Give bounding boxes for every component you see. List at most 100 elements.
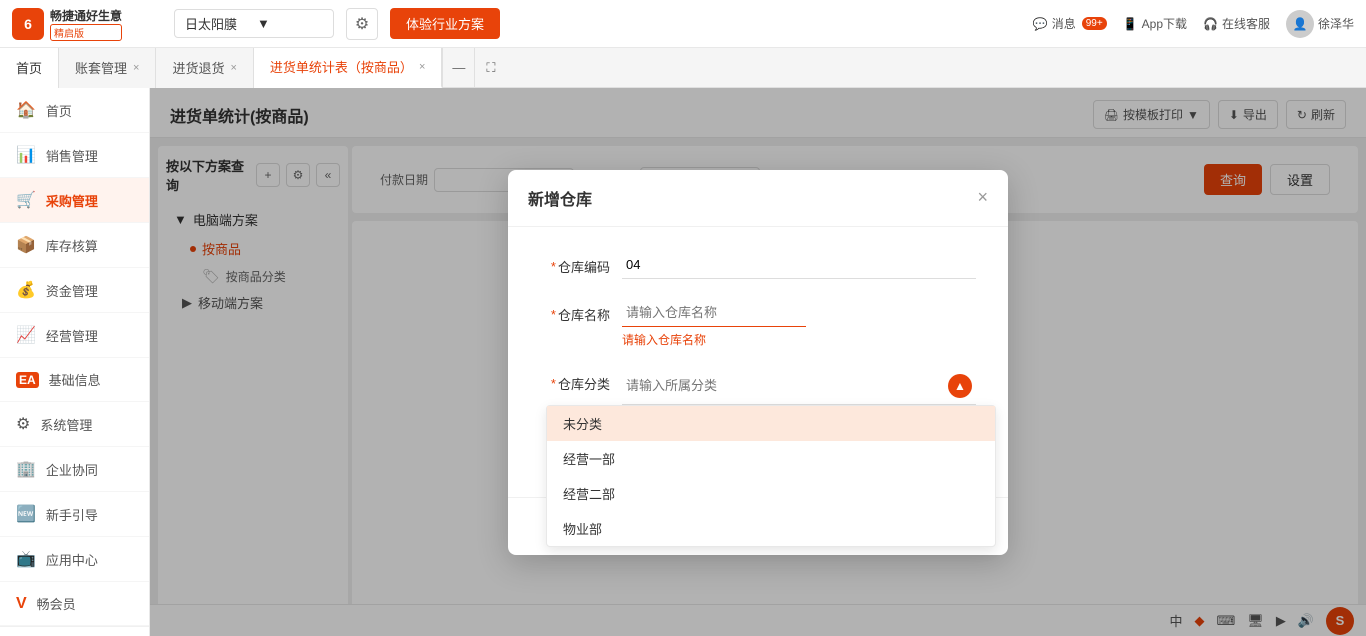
dropdown-item-property[interactable]: 物业部 — [547, 511, 995, 546]
name-error-area: 请输入仓库名称 — [540, 331, 706, 348]
sidebar-item-app-center[interactable]: 📺 应用中心 — [0, 537, 149, 582]
sidebar-guide-label: 新手引导 — [46, 505, 98, 524]
sidebar-system-label: 系统管理 — [40, 415, 92, 434]
warehouse-category-dropdown: ▲ 未分类 经营一部 经营二部 物业部 — [622, 368, 976, 405]
home-icon: 🏠 — [16, 100, 36, 120]
modal-body: * 仓库编码 * 仓库名称 — [508, 227, 1008, 497]
avatar-icon: 👤 — [1293, 17, 1308, 31]
sidebar-finance-label: 资金管理 — [46, 281, 98, 300]
sidebar-item-vip[interactable]: V 畅会员 — [0, 582, 149, 626]
tab-accounts[interactable]: 账套管理 × — [59, 48, 156, 88]
app-center-icon: 📺 — [16, 549, 36, 569]
name-error-message: 请输入仓库名称 — [622, 333, 706, 347]
dropdown-item-uncategorized[interactable]: 未分类 — [547, 406, 995, 441]
purchase-returns-tab-label: 进货退货 — [172, 58, 224, 77]
username-label: 徐泽华 — [1318, 15, 1354, 32]
warehouse-name-input-wrapper — [622, 299, 806, 327]
code-label-text: 仓库编码 — [558, 257, 610, 276]
brand-info: 畅捷通好生意 精启版 — [50, 7, 122, 41]
sidebar-operations-label: 经营管理 — [46, 326, 98, 345]
sidebar-item-operations[interactable]: 📈 经营管理 — [0, 313, 149, 358]
sidebar: 🏠 首页 📊 销售管理 🛒 采购管理 📦 库存核算 💰 资金管理 📈 经营管理 … — [0, 88, 150, 636]
sidebar-item-finance[interactable]: 💰 资金管理 — [0, 268, 149, 313]
warehouse-category-label: * 仓库分类 — [540, 368, 610, 393]
headset-icon: 🎧 — [1203, 17, 1218, 31]
modal-title: 新增仓库 — [528, 186, 592, 210]
sidebar-item-base-info[interactable]: EA 基础信息 — [0, 358, 149, 402]
sidebar-item-inventory[interactable]: 📦 库存核算 — [0, 223, 149, 268]
tab-expand-button[interactable]: ⛶ — [474, 48, 506, 88]
sidebar-item-sales[interactable]: 📊 销售管理 — [0, 133, 149, 178]
warehouse-category-field: * 仓库分类 ▲ 未分类 经营一部 经营二部 — [540, 368, 976, 405]
add-warehouse-modal: 新增仓库 × * 仓库编码 — [508, 170, 1008, 555]
base-info-icon: EA — [16, 372, 39, 388]
modal-close-button[interactable]: × — [977, 187, 988, 208]
operations-icon: 📈 — [16, 325, 36, 345]
brand-name: 畅捷通好生意 — [50, 7, 122, 24]
app-logo-icon: 6 — [12, 8, 44, 40]
trial-button[interactable]: 体验行业方案 — [390, 8, 500, 39]
purchase-stats-tab-close-icon[interactable]: × — [419, 61, 425, 73]
brand-badge: 精启版 — [50, 24, 122, 41]
messages-badge: 99+ — [1082, 17, 1107, 30]
phone-icon: 📱 — [1123, 17, 1138, 31]
top-header: 6 畅捷通好生意 精启版 日太阳膜 ▼ ⚙ 体验行业方案 💬 消息 99+ 📱 … — [0, 0, 1366, 48]
user-avatar: 👤 — [1286, 10, 1314, 38]
online-service-label: 在线客服 — [1222, 15, 1270, 32]
inventory-icon: 📦 — [16, 235, 36, 255]
warehouse-name-field: * 仓库名称 请输入仓库名称 — [540, 299, 976, 348]
store-selector[interactable]: 日太阳膜 ▼ — [174, 9, 334, 38]
store-name: 日太阳膜 — [185, 14, 251, 33]
online-service-button[interactable]: 🎧 在线客服 — [1203, 15, 1270, 32]
tab-purchase-stats[interactable]: 进货单统计表（按商品） × — [254, 48, 442, 88]
tab-minimize-button[interactable]: — — [442, 48, 474, 88]
tab-home[interactable]: 首页 — [0, 48, 59, 88]
user-menu-button[interactable]: 👤 徐泽华 — [1286, 10, 1354, 38]
messages-button[interactable]: 💬 消息 99+ — [1033, 15, 1107, 32]
app-download-button[interactable]: 📱 App下载 — [1123, 15, 1187, 32]
sidebar-item-enterprise[interactable]: 🏢 企业协同 — [0, 447, 149, 492]
tab-bar: 首页 账套管理 × 进货退货 × 进货单统计表（按商品） × — ⛶ — [0, 48, 1366, 88]
tab-purchase-returns[interactable]: 进货退货 × — [156, 48, 253, 88]
modal-header: 新增仓库 × — [508, 170, 1008, 227]
warehouse-code-input-wrapper — [622, 251, 976, 279]
accounts-tab-label: 账套管理 — [75, 58, 127, 77]
warehouse-category-input[interactable] — [626, 378, 948, 393]
logo-area: 6 畅捷通好生意 精启版 — [12, 7, 162, 41]
store-chevron-icon: ▼ — [257, 16, 323, 31]
home-tab-label: 首页 — [16, 58, 42, 77]
accounts-tab-close-icon[interactable]: × — [133, 62, 139, 74]
vip-icon: V — [16, 595, 27, 613]
dropdown-item-dept1[interactable]: 经营一部 — [547, 441, 995, 476]
sales-icon: 📊 — [16, 145, 36, 165]
warehouse-name-label: * 仓库名称 — [540, 299, 610, 324]
sidebar-sales-label: 销售管理 — [46, 146, 98, 165]
name-label-text: 仓库名称 — [558, 305, 610, 324]
sidebar-base-info-label: 基础信息 — [49, 370, 101, 389]
purchase-returns-tab-close-icon[interactable]: × — [230, 62, 236, 74]
sidebar-item-guide[interactable]: 🆕 新手引导 — [0, 492, 149, 537]
category-dropdown-toggle[interactable]: ▲ — [948, 374, 972, 398]
messages-label: 消息 — [1052, 15, 1076, 32]
sidebar-inventory-label: 库存核算 — [46, 236, 98, 255]
purchase-stats-tab-label: 进货单统计表（按商品） — [270, 57, 413, 76]
category-input-row: ▲ — [622, 368, 976, 405]
sidebar-item-system[interactable]: ⚙ 系统管理 — [0, 402, 149, 447]
sidebar-purchase-label: 采购管理 — [46, 191, 98, 210]
sidebar-home-label: 首页 — [46, 101, 72, 120]
sidebar-app-center-label: 应用中心 — [46, 550, 98, 569]
purchase-icon: 🛒 — [16, 190, 36, 210]
gear-icon: ⚙ — [355, 14, 369, 34]
enterprise-icon: 🏢 — [16, 459, 36, 479]
settings-gear-button[interactable]: ⚙ — [346, 8, 378, 40]
warehouse-name-input[interactable] — [622, 299, 806, 327]
sidebar-item-home[interactable]: 🏠 首页 — [0, 88, 149, 133]
finance-icon: 💰 — [16, 280, 36, 300]
tab-bar-right: — ⛶ — [442, 48, 506, 88]
sidebar-item-purchase[interactable]: 🛒 采购管理 — [0, 178, 149, 223]
message-icon: 💬 — [1033, 17, 1048, 31]
warehouse-code-input[interactable] — [622, 251, 976, 279]
modal-overlay: 新增仓库 × * 仓库编码 — [150, 88, 1366, 636]
dropdown-item-dept2[interactable]: 经营二部 — [547, 476, 995, 511]
app-download-label: App下载 — [1142, 15, 1187, 32]
